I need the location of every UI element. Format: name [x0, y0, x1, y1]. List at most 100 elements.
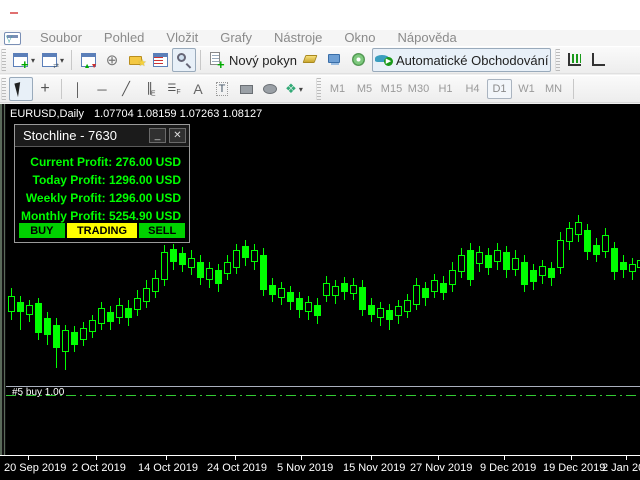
time-axis[interactable]: 20 Sep 2019 2 Oct 2019 14 Oct 2019 24 Oct 2… — [0, 455, 640, 480]
timeframe-m15[interactable]: M15 — [379, 79, 404, 99]
candle — [620, 255, 627, 278]
ellipse-tool-button[interactable] — [258, 77, 282, 101]
candle — [413, 278, 420, 310]
rectangle-tool-button[interactable] — [234, 77, 258, 101]
new-chart-button[interactable]: + ▾ — [9, 48, 38, 72]
horizontal-line-icon: ─ — [97, 81, 107, 97]
menu-bar: SouborPohledVložitGrafyNástrojeOknoNápov… — [0, 30, 640, 46]
axis-date-label: 2 Jan 2020 — [602, 462, 640, 474]
menu-soubor[interactable]: Soubor — [29, 30, 93, 46]
candle — [278, 282, 285, 305]
arrows-icon: ❖ — [285, 81, 297, 96]
menu-napoveda[interactable]: Nápověda — [387, 30, 468, 46]
window-titlebar — [0, 0, 640, 30]
panel-minimize-button[interactable]: _ — [149, 128, 166, 143]
menu-vlozit[interactable]: Vložit — [155, 30, 209, 46]
app-icon — [4, 31, 21, 45]
sell-button[interactable]: SELL — [139, 223, 186, 238]
candle — [188, 250, 195, 275]
profiles-button[interactable]: ⇄ ▾ — [38, 48, 67, 72]
open-order-line[interactable] — [6, 395, 640, 396]
timeframe-h4[interactable]: H4 — [460, 79, 485, 99]
candle — [584, 224, 591, 260]
toolbar-grip[interactable] — [1, 49, 6, 71]
chart-ohlc: 1.07704 1.08159 1.07263 1.08127 — [93, 108, 263, 120]
horizontal-line-button[interactable]: ─ — [90, 77, 114, 101]
candle — [521, 255, 528, 292]
new-order-button[interactable]: + Nový pokyn — [205, 48, 300, 72]
metaeditor-icon — [302, 52, 320, 68]
vertical-line-button[interactable]: │ — [66, 77, 90, 101]
toolbar-grip[interactable] — [316, 78, 321, 100]
candle — [305, 296, 312, 320]
axis-date-label: 14 Oct 2019 — [138, 462, 198, 474]
candle — [134, 290, 141, 316]
timeframe-d1[interactable]: D1 — [487, 79, 512, 99]
cursor-icon — [13, 80, 29, 98]
channel-button[interactable]: ∥E — [138, 77, 162, 101]
candle — [503, 246, 510, 278]
candle — [449, 262, 456, 292]
text-tool-button[interactable]: A — [186, 77, 210, 101]
chevron-down-icon: ▾ — [298, 84, 303, 94]
vertical-line-icon: │ — [73, 81, 83, 97]
menu-nastroje[interactable]: Nástroje — [263, 30, 333, 46]
timeframe-m1[interactable]: M1 — [325, 79, 350, 99]
autotrading-button[interactable]: Automatické Obchodování — [371, 48, 552, 72]
crosshair-tool-button[interactable]: + — [33, 77, 57, 101]
crosshair-icon: + — [40, 80, 50, 97]
candle — [359, 280, 366, 316]
navigator-button[interactable]: ★ — [124, 48, 148, 72]
metaeditor-button[interactable] — [300, 48, 324, 72]
timeframe-m30[interactable]: M30 — [406, 79, 431, 99]
standard-toolbar: + ▾ ⇄ ▾ ▲▼ ⊕ ★ + Nový pokyn ▶ Automatick… — [0, 46, 640, 74]
window-edge-grip[interactable] — [0, 104, 6, 456]
buy-button[interactable]: BUY — [19, 223, 65, 238]
text-label-button[interactable]: T — [210, 77, 234, 101]
candle — [332, 280, 339, 304]
fibonacci-button[interactable]: ☰F — [162, 77, 186, 101]
toolbar-grip[interactable] — [1, 78, 6, 100]
tester-magnifier-icon — [176, 52, 193, 68]
strategy-tester-button[interactable] — [172, 48, 197, 72]
panel-close-button[interactable]: ✕ — [169, 128, 186, 143]
arrows-tool-button[interactable]: ❖ ▾ — [282, 77, 306, 101]
candle — [404, 294, 411, 318]
candlestick-chart-button[interactable] — [587, 48, 611, 72]
axis-date-label: 20 Sep 2019 — [4, 462, 67, 474]
trendline-button[interactable]: ╱ — [114, 77, 138, 101]
trading-button[interactable]: TRADING — [66, 223, 138, 238]
cursor-tool-button[interactable] — [9, 77, 33, 101]
market-pc-icon — [327, 52, 344, 68]
trendline-icon: ╱ — [122, 81, 130, 96]
candle — [593, 238, 600, 262]
new-order-label: Nový pokyn — [229, 52, 297, 68]
candle — [458, 248, 465, 278]
axis-tick — [166, 456, 167, 460]
timeframe-m5[interactable]: M5 — [352, 79, 377, 99]
candle — [98, 302, 105, 330]
menu-pohled[interactable]: Pohled — [93, 30, 155, 46]
candle — [62, 325, 69, 370]
market-watch-button[interactable]: ▲▼ — [76, 48, 100, 72]
candle — [53, 318, 60, 368]
candle — [368, 298, 375, 322]
mt4-window: SouborPohledVložitGrafyNástrojeOknoNápov… — [0, 0, 640, 480]
menu-grafy[interactable]: Grafy — [209, 30, 263, 46]
panel-titlebar[interactable]: Stochline - 7630 _ ✕ — [15, 125, 189, 147]
market-button[interactable] — [324, 48, 348, 72]
profit-rows: Current Profit: 276.00 USD Today Profit: … — [15, 147, 189, 225]
timeframe-mn[interactable]: MN — [541, 79, 566, 99]
terminal-button[interactable] — [148, 48, 172, 72]
signals-button[interactable] — [348, 48, 372, 72]
bar-chart-button[interactable] — [563, 48, 587, 72]
timeframe-w1[interactable]: W1 — [514, 79, 539, 99]
chart-area[interactable]: EURUSD,Daily 1.07704 1.08159 1.07263 1.08… — [0, 104, 640, 480]
new-order-icon: + — [208, 52, 225, 71]
menu-items: Soubor Pohled Vložit Grafy Nástroje Okno Nápov… — [29, 30, 468, 46]
timeframe-h1[interactable]: H1 — [433, 79, 458, 99]
drawing-toolbar: + │ ─ ╱ ∥E ☰F A T ❖ ▾ M1 M5 M15 M30 H1 H4 D1 W1 M… — [0, 75, 640, 103]
menu-okno[interactable]: Okno — [333, 30, 386, 46]
data-window-button[interactable]: ⊕ — [100, 48, 124, 72]
toolbar-grip[interactable] — [555, 49, 561, 71]
